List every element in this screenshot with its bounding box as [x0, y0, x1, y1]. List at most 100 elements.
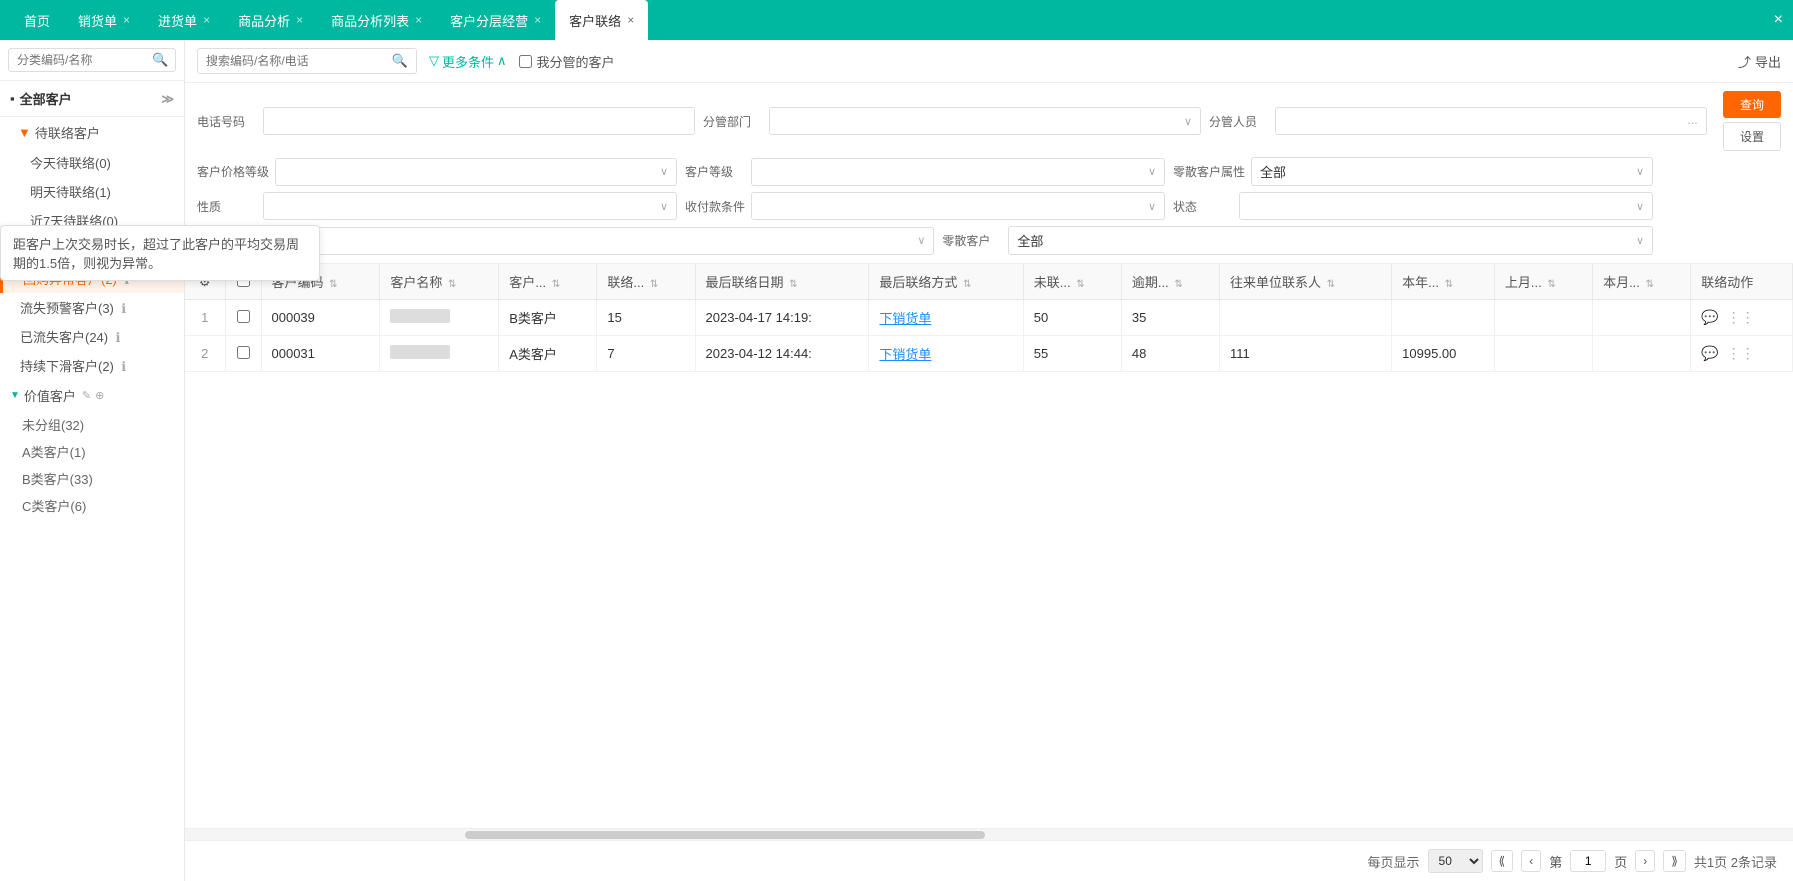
sidebar-tomorrow-contact[interactable]: 明天待联络(1): [10, 177, 184, 206]
collapse-icon[interactable]: ≫: [161, 92, 174, 106]
first-page-btn[interactable]: ⟪: [1491, 850, 1514, 872]
payment-select[interactable]: ∨: [751, 192, 1165, 220]
date-sort-icon[interactable]: ⇅: [789, 279, 797, 290]
more-conditions-btn[interactable]: ▽ 更多条件 ∧: [429, 52, 507, 71]
row1-last-month: [1494, 300, 1592, 336]
search-bar: 🔍 ▽ 更多条件 ∧ 我分管的客户 ⤴ 导出: [185, 40, 1793, 83]
horizontal-scrollbar[interactable]: [185, 828, 1793, 840]
unlisted-sort-icon[interactable]: ⇅: [1076, 279, 1084, 290]
close-sales-tab[interactable]: ×: [123, 13, 130, 27]
sidebar-declining[interactable]: 持续下滑客户(2) ℹ: [0, 351, 184, 380]
edit-icon[interactable]: ✎: [82, 389, 91, 402]
all-customers-header[interactable]: ▪ 全部客户 ≫: [0, 81, 184, 117]
filter-retail-attr: 零散客户属性 全部 ∨: [1173, 157, 1653, 186]
add-group-icon[interactable]: ⊕: [95, 389, 104, 402]
contact-sort-icon[interactable]: ⇅: [650, 279, 658, 290]
close-product-list-tab[interactable]: ×: [415, 13, 422, 27]
nav-customer-tier[interactable]: 客户分层经营 ×: [436, 0, 555, 40]
next-page-btn[interactable]: ›: [1635, 850, 1655, 872]
filter-customer-grade: 客户等级 ∨: [685, 158, 1165, 186]
retail-attr-arrow-icon: ∨: [1636, 165, 1644, 178]
prev-page-btn[interactable]: ‹: [1521, 850, 1541, 872]
per-page-select[interactable]: 50 100 200: [1428, 849, 1483, 873]
tm-sort-icon[interactable]: ⇅: [1646, 279, 1654, 290]
sidebar-ungroup[interactable]: 未分组(32): [0, 411, 184, 438]
setting-button[interactable]: 设置: [1723, 122, 1781, 151]
retail-attr-select[interactable]: 全部 ∨: [1251, 157, 1653, 186]
close-contact-tab[interactable]: ×: [627, 13, 634, 27]
row1-grade: B类客户: [499, 300, 597, 336]
query-button[interactable]: 查询: [1723, 91, 1781, 118]
nav-product-analysis[interactable]: 商品分析 ×: [224, 0, 317, 40]
sidebar-churned[interactable]: 已流失客户(24) ℹ: [0, 322, 184, 351]
retail-customer-select[interactable]: 全部 ∨: [1008, 226, 1653, 255]
sidebar-a-class[interactable]: A类客户(1): [0, 438, 184, 465]
row1-last-date: 2023-04-17 14:19:: [695, 300, 869, 336]
row2-actions: 💬 ⋮⋮: [1691, 336, 1793, 372]
close-product-tab[interactable]: ×: [296, 13, 303, 27]
lm-sort-icon[interactable]: ⇅: [1547, 279, 1555, 290]
top-nav: 首页 销货单 × 进货单 × 商品分析 × 商品分析列表 × 客户分层经营 × …: [0, 0, 1793, 40]
row1-select[interactable]: [237, 310, 250, 323]
main-search-input[interactable]: [206, 54, 388, 68]
th-name: 客户名称 ⇅: [380, 264, 499, 300]
sidebar-search-input[interactable]: [8, 48, 176, 72]
th-last-month: 上月... ⇅: [1494, 264, 1592, 300]
filter-phone: 电话号码: [197, 107, 695, 135]
row2-code: 000031: [261, 336, 380, 372]
row2-action-icons: 💬 ⋮⋮: [1701, 345, 1782, 362]
ya-sort-icon[interactable]: ⇅: [1445, 279, 1453, 290]
row2-index: 2: [185, 336, 225, 372]
method-sort-icon[interactable]: ⇅: [963, 279, 971, 290]
code-sort-icon[interactable]: ⇅: [329, 279, 337, 290]
pending-contact-header[interactable]: ▼ 待联络客户: [10, 117, 184, 148]
dept-select[interactable]: ∨: [769, 107, 1201, 135]
row1-overdue: 35: [1121, 300, 1219, 336]
window-close-btn[interactable]: ×: [1774, 11, 1783, 29]
gender-select[interactable]: ∨: [263, 192, 677, 220]
customer-type-select[interactable]: ∨: [290, 227, 935, 255]
person-select[interactable]: …: [1275, 107, 1707, 135]
row2-more-icon[interactable]: ⋮⋮: [1727, 345, 1755, 362]
price-grade-select[interactable]: ∨: [275, 158, 677, 186]
page-number-input[interactable]: [1570, 850, 1606, 872]
sidebar-b-class[interactable]: B类客户(33): [0, 465, 184, 492]
overdue-sort-icon[interactable]: ⇅: [1174, 279, 1182, 290]
filter-status: 状态 ∨: [1173, 192, 1653, 220]
person-arrow-icon: …: [1687, 115, 1698, 127]
value-customers-header[interactable]: ▼ 价值客户 ✎ ⊕: [0, 380, 184, 411]
filter-area: 电话号码 分管部门 ∨ 分管人员 …: [185, 83, 1793, 264]
row2-chat-icon[interactable]: 💬: [1701, 345, 1718, 362]
grade-sort-icon[interactable]: ⇅: [552, 279, 560, 290]
name-sort-icon[interactable]: ⇅: [448, 279, 456, 290]
nav-customer-contact[interactable]: 客户联络 ×: [555, 0, 648, 40]
nav-product-list[interactable]: 商品分析列表 ×: [317, 0, 436, 40]
customer-grade-select[interactable]: ∨: [751, 158, 1165, 186]
pagination-bar: 每页显示 50 100 200 ⟪ ‹ 第 页 › ⟫ 共1页 2条记录: [185, 840, 1793, 881]
filter-person: 分管人员 …: [1209, 107, 1707, 135]
last-page-btn[interactable]: ⟫: [1663, 850, 1686, 872]
status-select[interactable]: ∨: [1239, 192, 1653, 220]
filter-dept: 分管部门 ∨: [703, 107, 1201, 135]
close-purchase-tab[interactable]: ×: [203, 13, 210, 27]
sidebar-churn-warning[interactable]: 流失预警客户(3) ℹ: [0, 293, 184, 322]
nav-purchase[interactable]: 进货单 ×: [144, 0, 224, 40]
info-icon2: ℹ: [121, 301, 126, 316]
my-customers-checkbox[interactable]: [519, 55, 532, 68]
phone-input[interactable]: [263, 107, 695, 135]
row1-more-icon[interactable]: ⋮⋮: [1727, 309, 1755, 326]
main-search-icon[interactable]: 🔍: [392, 53, 408, 69]
cp-sort-icon[interactable]: ⇅: [1327, 279, 1335, 290]
row2-select[interactable]: [237, 346, 250, 359]
th-year-amount: 本年... ⇅: [1392, 264, 1495, 300]
sidebar-today-contact[interactable]: 今天待联络(0): [10, 148, 184, 177]
scrollbar-thumb[interactable]: [465, 831, 985, 839]
nav-home[interactable]: 首页: [10, 0, 64, 40]
row1-chat-icon[interactable]: 💬: [1701, 309, 1718, 326]
row1-this-month: [1593, 300, 1691, 336]
sidebar-c-class[interactable]: C类客户(6): [0, 492, 184, 519]
close-tier-tab[interactable]: ×: [534, 13, 541, 27]
export-button[interactable]: ⤴ 导出: [1738, 52, 1781, 71]
sidebar-search-icon[interactable]: 🔍: [152, 52, 168, 68]
nav-sales[interactable]: 销货单 ×: [64, 0, 144, 40]
